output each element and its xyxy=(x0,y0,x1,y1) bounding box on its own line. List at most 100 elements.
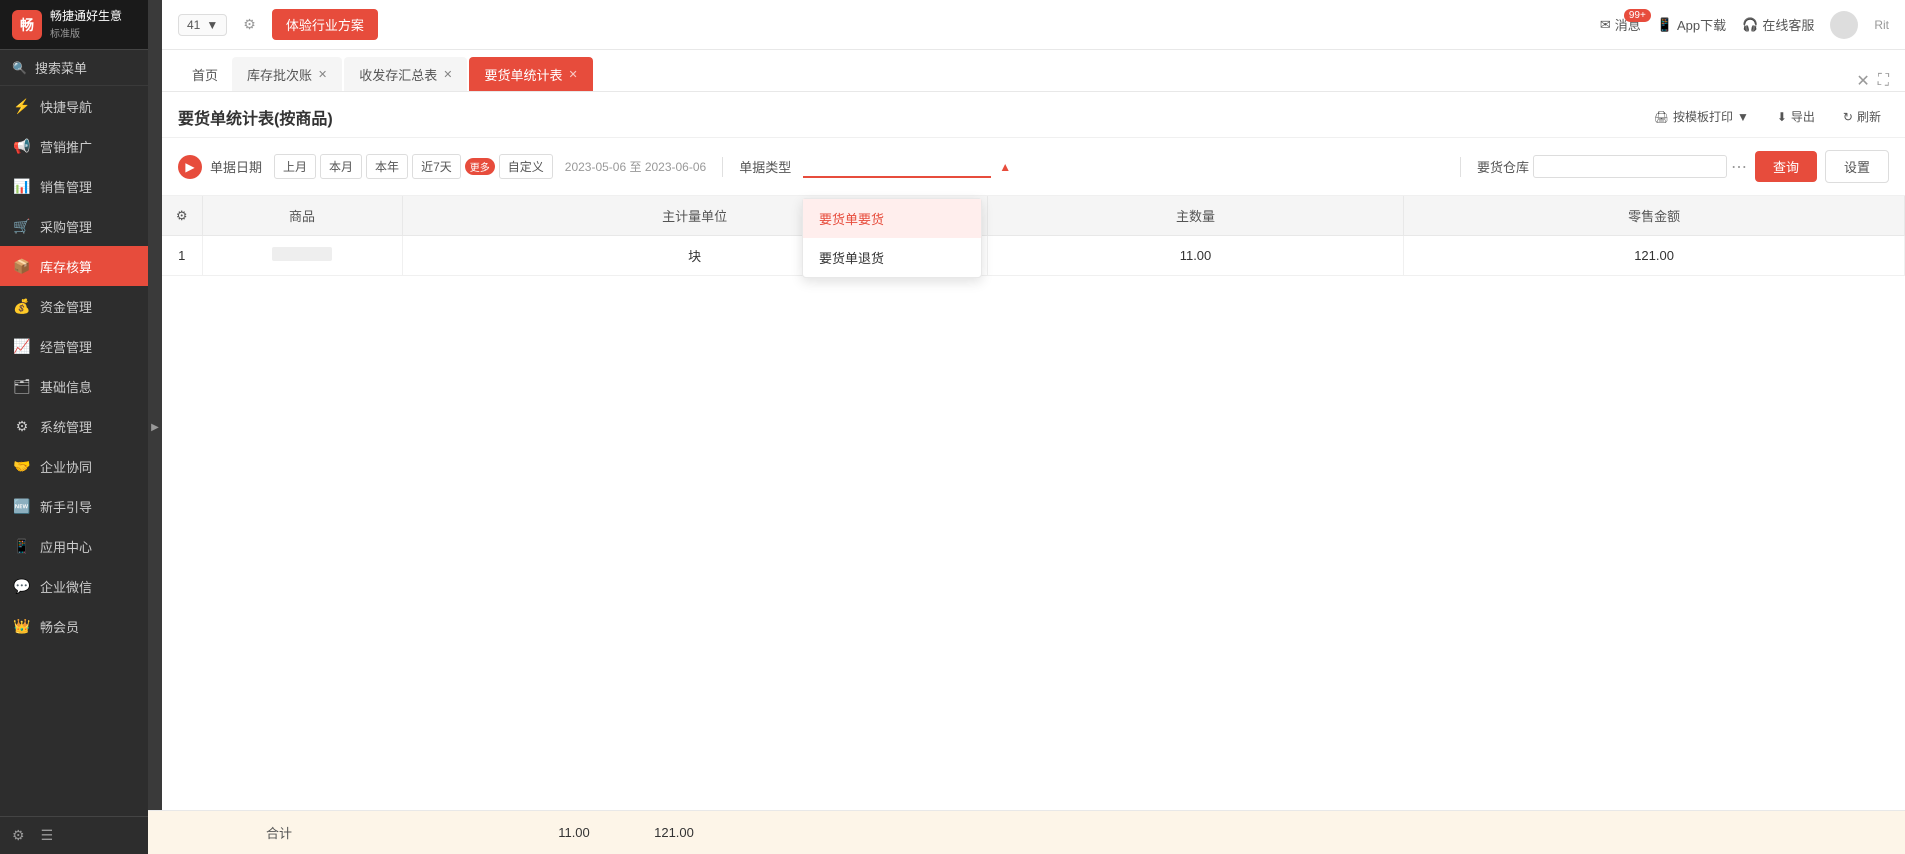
tab-bar: 首页 库存批次账 ✕ 收发存汇总表 ✕ 要货单统计表 ✕ ✕ ⛶ xyxy=(162,50,1905,92)
sidebar-icon-finance: 💰 xyxy=(12,296,32,316)
search-icon: 🔍 xyxy=(12,61,27,75)
col-quantity: 主数量 xyxy=(987,196,1403,236)
sidebar-footer: ⚙ ☰ xyxy=(0,816,148,854)
footer-total-label: 合计 xyxy=(164,823,394,842)
date-more-badge[interactable]: 更多 xyxy=(465,158,495,175)
sidebar-item-enterprise[interactable]: 🤝企业协同 xyxy=(0,446,148,486)
type-filter-arrow[interactable]: ▲ xyxy=(999,160,1011,174)
header-gear-icon[interactable]: ⚙ xyxy=(243,16,256,33)
type-filter-label: 单据类型 xyxy=(739,157,791,176)
online-service-label: 在线客服 xyxy=(1762,15,1814,34)
type-filter-input[interactable] xyxy=(803,155,991,178)
page-container: 要货单统计表(按商品) 🖨 按模板打印 ▼ ⬇ 导出 ↻ 刷新 xyxy=(162,92,1905,854)
menu-toggle-icon[interactable]: ☰ xyxy=(41,827,54,844)
tab-expand-icon[interactable]: ⛶ xyxy=(1878,72,1889,90)
logo-icon: 畅 xyxy=(12,10,42,40)
sidebar-icon-marketing: 📢 xyxy=(12,136,32,156)
sidebar-item-wechat[interactable]: 💬企业微信 xyxy=(0,566,148,606)
warehouse-filter-input[interactable] xyxy=(1533,155,1727,178)
tab-order-stats-label: 要货单统计表 xyxy=(484,65,562,84)
sidebar-logo: 畅 畅捷通好生意 标准版 xyxy=(0,0,148,50)
col-settings-icon[interactable]: ⚙ xyxy=(176,208,188,223)
content-area: 要货单统计表(按商品) 🖨 按模板打印 ▼ ⬇ 导出 ↻ 刷新 xyxy=(162,92,1905,854)
online-service-btn[interactable]: 🎧 在线客服 xyxy=(1742,15,1814,34)
date-this-month-btn[interactable]: 本月 xyxy=(320,154,362,179)
filter-expand-btn[interactable]: ▶ xyxy=(178,155,202,179)
tab-home[interactable]: 首页 xyxy=(178,57,232,91)
cell-quantity: 11.00 xyxy=(987,236,1403,276)
dropdown-item-requisition[interactable]: 要货单要货 xyxy=(803,199,981,238)
tab-order-stats[interactable]: 要货单统计表 ✕ xyxy=(469,57,592,91)
sidebar-label-system: 系统管理 xyxy=(40,417,92,436)
warehouse-more-icon[interactable]: ⋯ xyxy=(1731,157,1747,177)
footer-quantity: 11.00 xyxy=(524,825,624,840)
date-this-year-btn[interactable]: 本年 xyxy=(366,154,408,179)
tab-order-stats-close[interactable]: ✕ xyxy=(569,68,578,81)
tab-inventory-batch[interactable]: 库存批次账 ✕ xyxy=(232,57,342,91)
sidebar-label-app-center: 应用中心 xyxy=(40,537,92,556)
sidebar-scroll[interactable]: ▶ xyxy=(148,0,162,854)
print-label: 按模板打印 xyxy=(1673,108,1733,125)
settings-icon[interactable]: ⚙ xyxy=(12,827,25,844)
user-name-text: Rit xyxy=(1874,18,1889,32)
settings-button[interactable]: 设置 xyxy=(1825,150,1889,183)
cell-product xyxy=(202,236,402,276)
sidebar-item-basic-info[interactable]: 🗂 基础信息 xyxy=(0,366,148,406)
sidebar-item-purchase[interactable]: 🛒采购管理 xyxy=(0,206,148,246)
trial-button[interactable]: 体验行业方案 xyxy=(272,9,378,40)
dropdown-item-return[interactable]: 要货单退货 xyxy=(803,238,981,277)
data-table: ⚙ 商品 主计量单位 主数量 零售金额 1 xyxy=(162,196,1905,276)
sidebar-item-member[interactable]: 👑畅会员 xyxy=(0,606,148,646)
sidebar-item-guide[interactable]: 🆕新手引导 xyxy=(0,486,148,526)
export-btn[interactable]: ⬇ 导出 xyxy=(1769,104,1823,129)
date-7days-btn[interactable]: 近7天 xyxy=(412,154,461,179)
sidebar-search[interactable]: 🔍 搜索菜单 xyxy=(0,50,148,86)
sidebar-icon-operations: 📈 xyxy=(12,336,32,356)
tab-inventory-batch-close[interactable]: ✕ xyxy=(318,68,327,81)
sidebar-label-wechat: 企业微信 xyxy=(40,577,92,596)
tab-close-all-icon[interactable]: ✕ xyxy=(1856,71,1869,91)
sidebar-item-sales[interactable]: 📊销售管理 xyxy=(0,166,148,206)
sidebar-item-system[interactable]: ⚙ 系统管理 xyxy=(0,406,148,446)
tab-inventory-batch-label: 库存批次账 xyxy=(247,65,312,84)
user-avatar[interactable] xyxy=(1830,11,1858,39)
cell-no: 1 xyxy=(162,236,202,276)
sidebar-label-member: 畅会员 xyxy=(40,617,79,636)
sidebar-item-quick-nav[interactable]: ⚡快捷导航 xyxy=(0,86,148,126)
sidebar-icon-basic-info: 🗂 xyxy=(12,376,32,396)
date-custom-btn[interactable]: 自定义 xyxy=(499,154,553,179)
sidebar-label-enterprise: 企业协同 xyxy=(40,457,92,476)
sidebar-item-operations[interactable]: 📈经营管理 xyxy=(0,326,148,366)
table-row: 1 块 11.00 121.00 xyxy=(162,236,1905,276)
tab-collect-summary-close[interactable]: ✕ xyxy=(443,68,452,81)
query-button[interactable]: 查询 xyxy=(1755,151,1817,182)
print-icon: 🖨 xyxy=(1654,110,1669,124)
date-last-month-btn[interactable]: 上月 xyxy=(274,154,316,179)
refresh-btn[interactable]: ↻ 刷新 xyxy=(1835,104,1889,129)
col-product: 商品 xyxy=(202,196,402,236)
filter-separator-1 xyxy=(722,157,723,177)
sidebar-icon-guide: 🆕 xyxy=(12,496,32,516)
messages-btn[interactable]: ✉ 消息 99+ xyxy=(1600,15,1641,34)
print-btn[interactable]: 🖨 按模板打印 ▼ xyxy=(1646,104,1757,129)
sidebar-item-marketing[interactable]: 📢营销推广 xyxy=(0,126,148,166)
sidebar-icon-inventory: 📦 xyxy=(12,256,32,276)
date-filter-label: 单据日期 xyxy=(210,157,262,176)
print-dropdown-icon: ▼ xyxy=(1737,110,1749,124)
logo-name: 畅捷通好生意 xyxy=(50,9,122,25)
sidebar: 畅 畅捷通好生意 标准版 🔍 搜索菜单 ⚡快捷导航📢营销推广📊销售管理🛒采购管理… xyxy=(0,0,148,854)
sidebar-label-basic-info: 基础信息 xyxy=(40,377,92,396)
company-dropdown-arrow: ▼ xyxy=(206,18,218,32)
message-icon: ✉ xyxy=(1600,17,1611,33)
main-area: 41 ▼ ⚙ 体验行业方案 ✉ 消息 99+ 📱 App下载 🎧 在线客服 Ri… xyxy=(162,0,1905,854)
warehouse-filter-label: 要货仓库 xyxy=(1477,157,1529,176)
app-download-btn[interactable]: 📱 App下载 xyxy=(1657,15,1726,34)
sidebar-item-inventory[interactable]: 📦库存核算 xyxy=(0,246,148,286)
sidebar-item-app-center[interactable]: 📱应用中心 xyxy=(0,526,148,566)
sidebar-item-finance[interactable]: 💰 资金管理 xyxy=(0,286,148,326)
sidebar-icon-system: ⚙ xyxy=(12,416,32,436)
tab-collect-summary[interactable]: 收发存汇总表 ✕ xyxy=(344,57,467,91)
logo-sub: 标准版 xyxy=(50,25,122,40)
company-select[interactable]: 41 ▼ xyxy=(178,14,227,36)
sidebar-label-finance: 资金管理 xyxy=(40,297,92,316)
